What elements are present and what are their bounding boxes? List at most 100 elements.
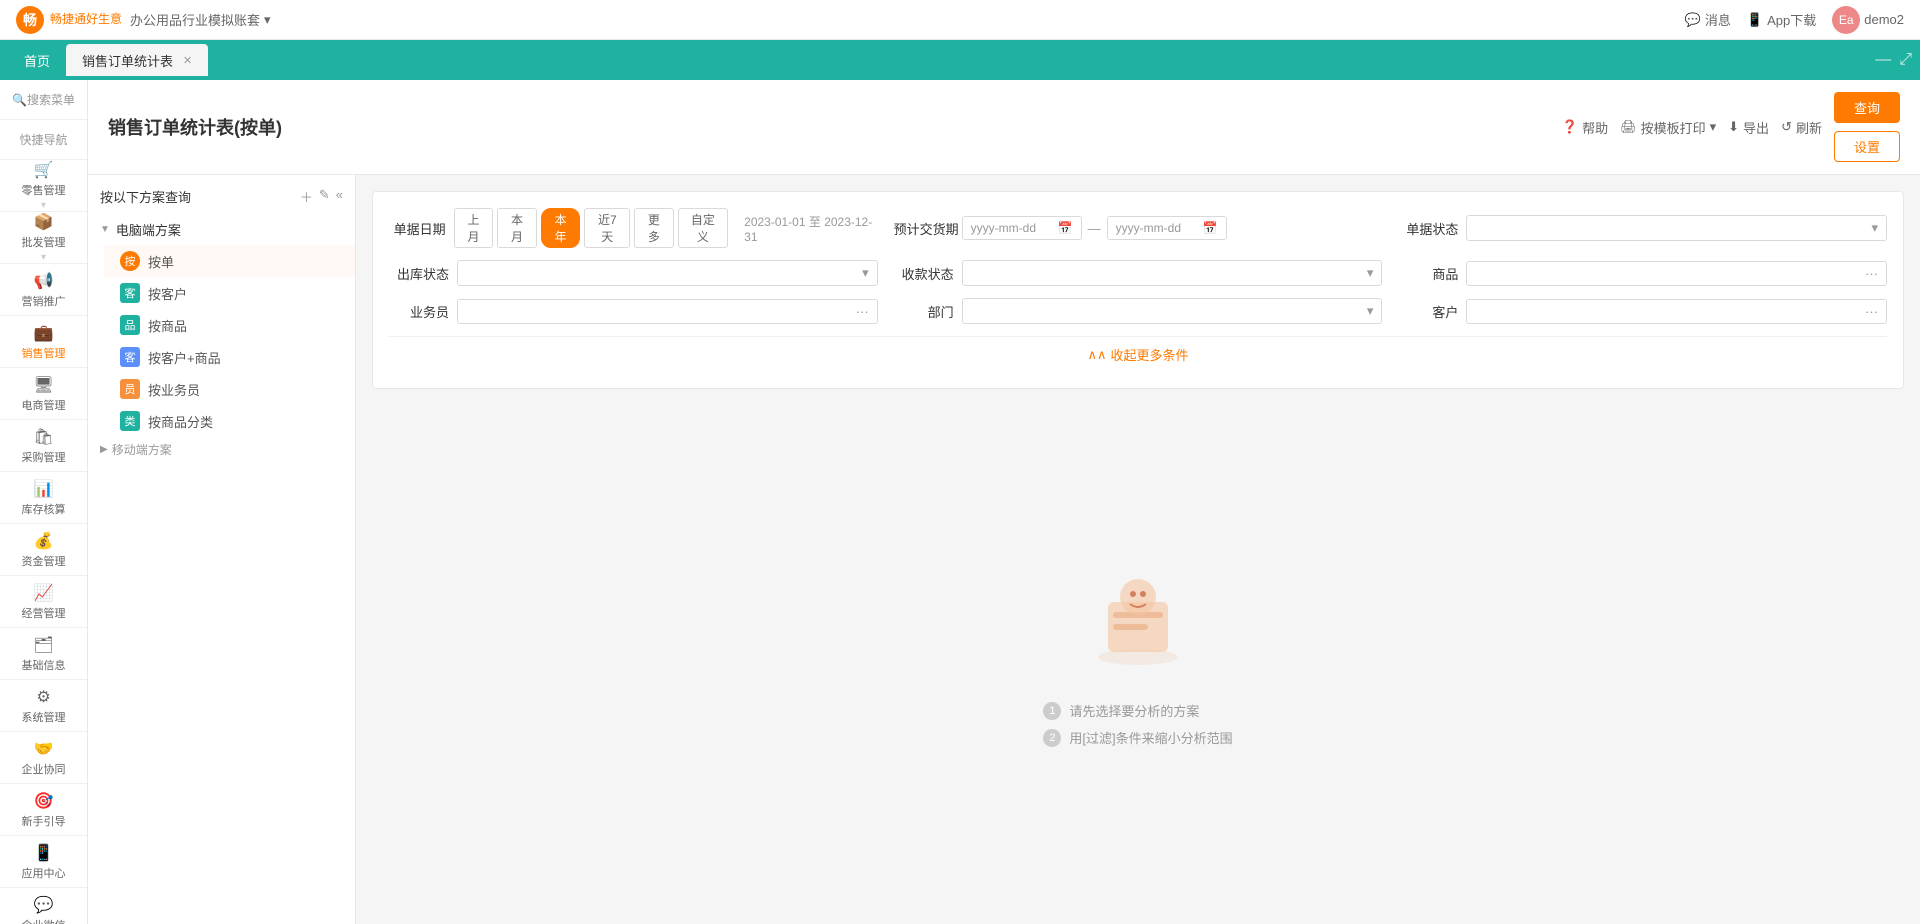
top-bar: 畅 畅捷通好生意 办公用品行业模拟账套 ▾ 💬 消息 📱 App下载 Ea de… bbox=[0, 0, 1920, 40]
tree-item-by-order[interactable]: 按 按单 bbox=[104, 245, 355, 277]
tab-minimize-icon[interactable]: — bbox=[1875, 51, 1891, 69]
sidebar-wholesale-label: 批发管理 bbox=[22, 234, 66, 250]
by-cg-label: 按客户+商品 bbox=[148, 348, 221, 367]
salesperson-dots-icon[interactable]: ··· bbox=[856, 304, 869, 319]
sidebar-item-ecom[interactable]: 🖥 电商管理 bbox=[0, 368, 87, 420]
collapse-up-icon: ∧∧ bbox=[1087, 347, 1106, 363]
tab-home[interactable]: 首页 bbox=[8, 44, 66, 76]
sidebar: 🔍 搜索菜单 快捷导航 🛒 零售管理 ▾ 📦 批发管理 ▾ 📢 营销推广 💼 销… bbox=[0, 80, 88, 924]
tree-item-by-goods[interactable]: 品 按商品 bbox=[104, 309, 355, 341]
tree-pc-section[interactable]: ▼ 电脑端方案 bbox=[88, 214, 355, 245]
goods-dots-icon[interactable]: ··· bbox=[1865, 266, 1878, 281]
date-btn-more[interactable]: 更多 bbox=[634, 208, 674, 248]
expected-date-start[interactable]: yyyy-mm-dd 📅 bbox=[962, 216, 1082, 240]
add-scheme-icon[interactable]: ＋ bbox=[300, 187, 313, 206]
sidebar-system-label: 系统管理 bbox=[22, 709, 66, 725]
wholesale-arrow-icon: ▾ bbox=[41, 252, 46, 263]
app-download-label: App下载 bbox=[1767, 10, 1816, 29]
left-panel-title: 按以下方案查询 bbox=[100, 187, 294, 206]
wechat-icon: 💬 bbox=[34, 895, 54, 915]
tab-expand-icon[interactable]: ⤢ bbox=[1899, 51, 1912, 69]
empty-tips: 1 请先选择要分析的方案 2 用[过滤]条件来缩小分析范围 bbox=[1043, 701, 1232, 747]
sidebar-item-finance[interactable]: 💰 资金管理 bbox=[0, 524, 87, 576]
sidebar-item-system[interactable]: ⚙ 系统管理 bbox=[0, 680, 87, 732]
date-btn-custom[interactable]: 自定义 bbox=[678, 208, 728, 248]
status-label: 单据状态 bbox=[1398, 219, 1458, 238]
salesperson-select[interactable]: ··· bbox=[457, 299, 878, 324]
customer-select[interactable]: ··· bbox=[1466, 299, 1887, 324]
sidebar-item-wholesale[interactable]: 📦 批发管理 ▾ bbox=[0, 212, 87, 264]
tab-home-label: 首页 bbox=[24, 51, 50, 70]
app-download-button[interactable]: 📱 App下载 bbox=[1747, 10, 1816, 29]
query-button[interactable]: 查询 bbox=[1834, 92, 1900, 123]
setting-button[interactable]: 设置 bbox=[1834, 131, 1900, 162]
sidebar-item-ops[interactable]: 📈 经营管理 bbox=[0, 576, 87, 628]
logo-icon: 畅 bbox=[16, 6, 44, 34]
salesperson-label: 业务员 bbox=[389, 302, 449, 321]
sidebar-retail-label: 零售管理 bbox=[22, 182, 66, 198]
date-btn-this-year[interactable]: 本年 bbox=[541, 208, 581, 248]
message-label: 消息 bbox=[1705, 10, 1731, 29]
sidebar-item-marketing[interactable]: 📢 营销推广 bbox=[0, 264, 87, 316]
tree-arrow-icon: ▼ bbox=[100, 224, 110, 235]
sidebar-sales-label: 销售管理 bbox=[22, 345, 66, 361]
filter-section: 单据日期 上月 本月 本年 近7天 更多 自定义 2023-01-01 至 20… bbox=[372, 191, 1904, 389]
sidebar-quick-nav[interactable]: 快捷导航 bbox=[0, 120, 87, 160]
inner-content: 按以下方案查询 ＋ ✎ « ▼ 电脑端方案 按 按单 bbox=[88, 175, 1920, 924]
ops-icon: 📈 bbox=[34, 583, 54, 603]
sidebar-wechat-label: 企业微信 bbox=[22, 917, 66, 924]
empty-tip-2: 2 用[过滤]条件来缩小分析范围 bbox=[1043, 728, 1232, 747]
refresh-icon: ↺ bbox=[1781, 119, 1792, 135]
export-button[interactable]: ⬇ 导出 bbox=[1728, 118, 1769, 137]
collapse-button[interactable]: ∧∧ 收起更多条件 bbox=[389, 336, 1887, 372]
biz-selector[interactable]: 办公用品行业模拟账套 ▾ bbox=[130, 10, 271, 29]
sidebar-item-wechat[interactable]: 💬 企业微信 bbox=[0, 888, 87, 924]
status-select[interactable]: ▾ bbox=[1466, 215, 1887, 241]
tree-item-by-customer[interactable]: 客 按客户 bbox=[104, 277, 355, 309]
refresh-button[interactable]: ↺ 刷新 bbox=[1781, 118, 1822, 137]
finance-icon: 💰 bbox=[34, 531, 54, 551]
expected-date-start-placeholder: yyyy-mm-dd bbox=[971, 221, 1036, 235]
pay-status-select[interactable]: ▾ bbox=[962, 260, 1383, 286]
biz-selector-chevron-icon: ▾ bbox=[264, 12, 271, 28]
sidebar-apps-label: 应用中心 bbox=[22, 865, 66, 881]
empty-illustration bbox=[1078, 562, 1198, 685]
sidebar-search[interactable]: 🔍 搜索菜单 bbox=[0, 80, 87, 120]
sidebar-item-coop[interactable]: 🤝 企业协同 bbox=[0, 732, 87, 784]
expected-date-end[interactable]: yyyy-mm-dd 📅 bbox=[1107, 216, 1227, 240]
sidebar-item-sales[interactable]: 💼 销售管理 bbox=[0, 316, 87, 368]
tab-sales-stat-label: 销售订单统计表 bbox=[82, 51, 173, 70]
date-btn-this-month[interactable]: 本月 bbox=[497, 208, 537, 248]
sidebar-item-basic[interactable]: 🗂 基础信息 bbox=[0, 628, 87, 680]
edit-scheme-icon[interactable]: ✎ bbox=[319, 187, 330, 206]
user-avatar-button[interactable]: Ea demo2 bbox=[1832, 6, 1904, 34]
dept-select[interactable]: ▾ bbox=[962, 298, 1383, 324]
tab-close-icon[interactable]: ✕ bbox=[183, 54, 192, 67]
message-button[interactable]: 💬 消息 bbox=[1685, 10, 1731, 29]
sidebar-item-guide[interactable]: 🎯 新手引导 bbox=[0, 784, 87, 836]
empty-tip-1: 1 请先选择要分析的方案 bbox=[1043, 701, 1232, 720]
mobile-section[interactable]: ▶ 移动端方案 bbox=[88, 437, 355, 462]
tree-item-by-category[interactable]: 类 按商品分类 bbox=[104, 405, 355, 437]
date-btn-7days[interactable]: 近7天 bbox=[584, 208, 630, 248]
by-order-label: 按单 bbox=[148, 252, 174, 271]
help-button[interactable]: ❓ 帮助 bbox=[1562, 118, 1608, 137]
customer-dots-icon[interactable]: ··· bbox=[1865, 304, 1878, 319]
date-btn-last-month[interactable]: 上月 bbox=[454, 208, 494, 248]
tree-item-by-salesperson[interactable]: 员 按业务员 bbox=[104, 373, 355, 405]
sidebar-ops-label: 经营管理 bbox=[22, 605, 66, 621]
goods-select[interactable]: ··· bbox=[1466, 261, 1887, 286]
print-button[interactable]: 🖨 按模板打印 ▾ bbox=[1620, 118, 1716, 137]
tree-item-by-cg[interactable]: 客 按客户+商品 bbox=[104, 341, 355, 373]
sidebar-item-retail[interactable]: 🛒 零售管理 ▾ bbox=[0, 160, 87, 212]
sidebar-item-purchase[interactable]: 🛍 采购管理 bbox=[0, 420, 87, 472]
app-download-icon: 📱 bbox=[1747, 12, 1763, 28]
sidebar-item-inventory[interactable]: 📊 库存核算 bbox=[0, 472, 87, 524]
sidebar-item-apps[interactable]: 📱 应用中心 bbox=[0, 836, 87, 888]
tab-sales-stat[interactable]: 销售订单统计表 ✕ bbox=[66, 44, 208, 76]
ship-status-select[interactable]: ▾ bbox=[457, 260, 878, 286]
by-order-icon: 按 bbox=[120, 251, 140, 271]
collapse-scheme-icon[interactable]: « bbox=[336, 187, 343, 206]
tab-bar: 首页 销售订单统计表 ✕ — ⤢ bbox=[0, 40, 1920, 80]
export-icon: ⬇ bbox=[1728, 119, 1739, 135]
